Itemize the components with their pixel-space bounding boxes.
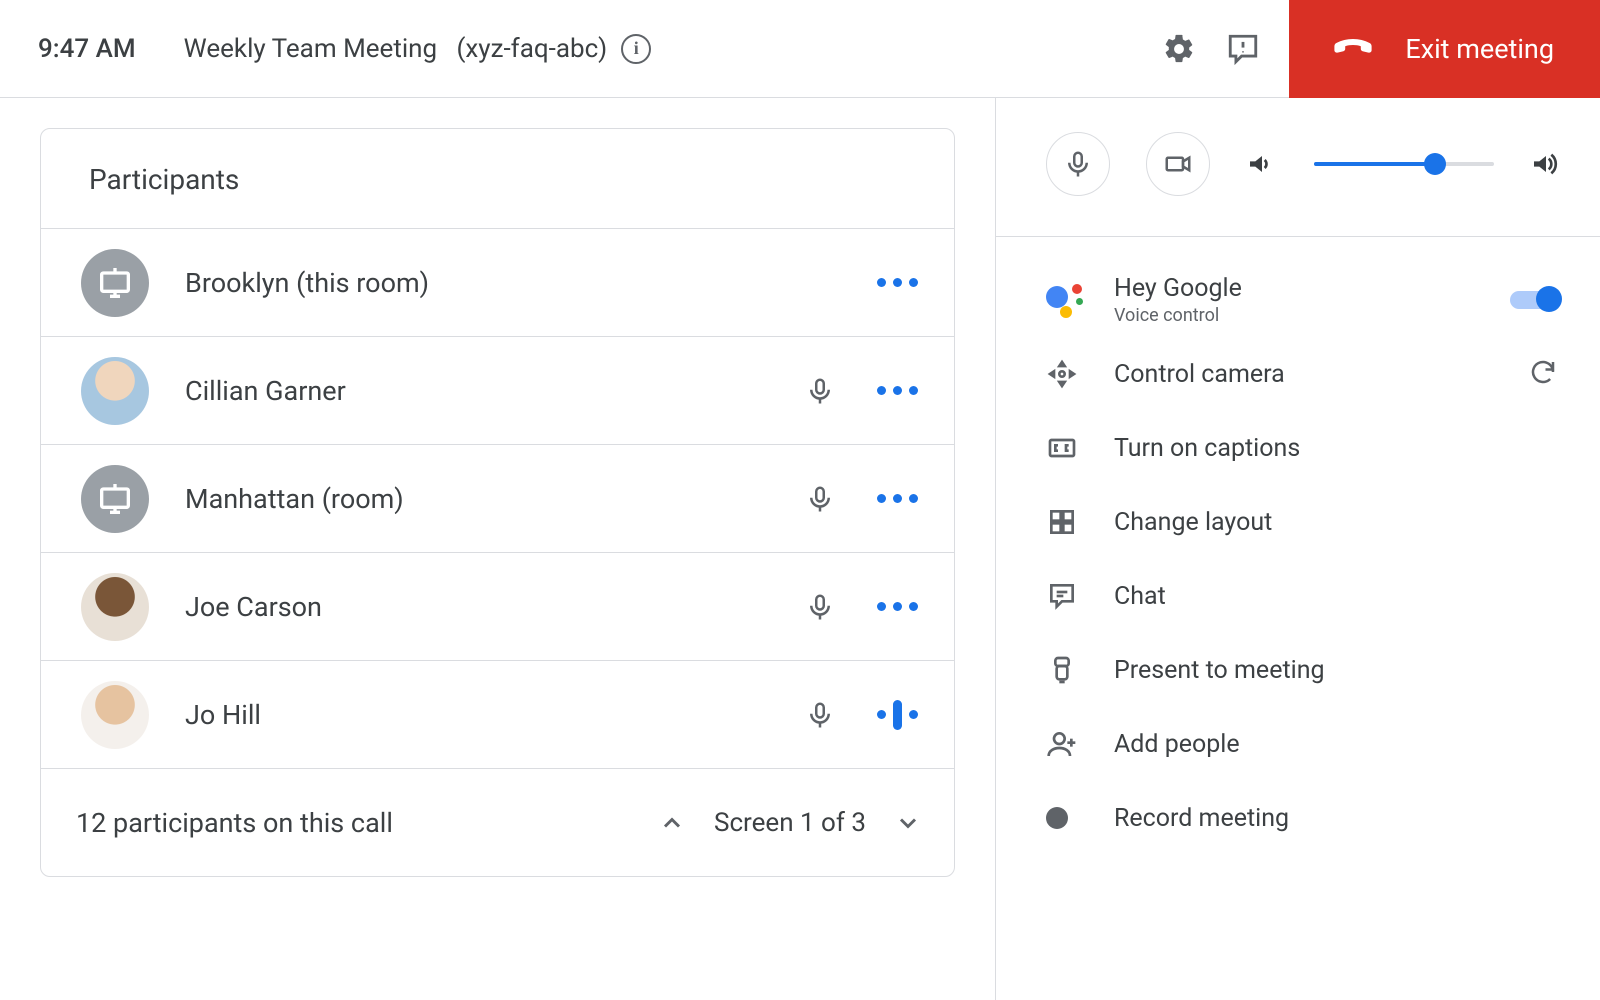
participant-name: Jo Hill (185, 699, 805, 731)
clock: 9:47 AM (38, 34, 136, 64)
prev-screen-button[interactable] (656, 807, 688, 839)
captions-label: Turn on captions (1114, 434, 1558, 463)
participant-avatar (81, 573, 149, 641)
hangup-icon (1329, 21, 1377, 76)
meeting-name: Weekly Team Meeting (184, 34, 438, 64)
chat-icon (1046, 580, 1096, 612)
settings-list: Hey Google Voice control Control camera (996, 237, 1600, 855)
participant-more-button[interactable] (877, 494, 918, 503)
participant-name: Joe Carson (185, 591, 805, 623)
assistant-subtitle: Voice control (1114, 305, 1510, 326)
record-label: Record meeting (1114, 804, 1558, 833)
assistant-toggle-row[interactable]: Hey Google Voice control (1046, 263, 1558, 337)
meeting-title: Weekly Team Meeting (xyz-faq-abc) (184, 34, 608, 64)
participants-card: Participants Brooklyn (this room) Cillia… (40, 128, 955, 877)
next-screen-button[interactable] (892, 807, 924, 839)
volume-low-icon (1246, 148, 1278, 180)
participant-row: Jo Hill (41, 660, 954, 768)
top-bar: 9:47 AM Weekly Team Meeting (xyz-faq-abc… (0, 0, 1600, 98)
chat-label: Chat (1114, 582, 1558, 611)
participant-row: Manhattan (room) (41, 444, 954, 552)
layout-row[interactable]: Change layout (1046, 485, 1558, 559)
participant-avatar (81, 357, 149, 425)
participant-name: Cillian Garner (185, 375, 805, 407)
side-panel: Hey Google Voice control Control camera (995, 98, 1600, 1000)
participant-more-button[interactable] (877, 278, 918, 287)
assistant-title: Hey Google (1114, 274, 1510, 303)
participant-row: Joe Carson (41, 552, 954, 660)
reset-camera-icon[interactable] (1528, 357, 1558, 391)
assistant-icon (1046, 278, 1096, 322)
participant-name: Manhattan (room) (185, 483, 805, 515)
present-row[interactable]: Present to meeting (1046, 633, 1558, 707)
participants-heading: Participants (41, 129, 954, 228)
chat-row[interactable]: Chat (1046, 559, 1558, 633)
captions-icon (1046, 432, 1096, 464)
layout-icon (1046, 506, 1096, 538)
mic-icon[interactable] (805, 376, 835, 406)
mute-mic-button[interactable] (1046, 132, 1110, 196)
meeting-code: (xyz-faq-abc) (457, 34, 608, 64)
participants-section: Participants Brooklyn (this room) Cillia… (0, 98, 995, 1000)
participant-row: Brooklyn (this room) (41, 228, 954, 336)
add-people-row[interactable]: Add people (1046, 707, 1558, 781)
camera-button[interactable] (1146, 132, 1210, 196)
exit-label: Exit meeting (1405, 33, 1554, 65)
room-avatar-icon (81, 465, 149, 533)
volume-high-icon (1530, 148, 1562, 180)
participant-name: Brooklyn (this room) (185, 267, 877, 299)
record-icon (1046, 807, 1096, 829)
room-avatar-icon (81, 249, 149, 317)
quick-controls (996, 98, 1600, 237)
participant-more-button[interactable] (877, 602, 918, 611)
participant-row: Cillian Garner (41, 336, 954, 444)
add-people-icon (1046, 728, 1096, 760)
feedback-icon[interactable] (1225, 31, 1261, 67)
control-camera-label: Control camera (1114, 360, 1528, 389)
layout-label: Change layout (1114, 508, 1558, 537)
captions-row[interactable]: Turn on captions (1046, 411, 1558, 485)
record-row[interactable]: Record meeting (1046, 781, 1558, 855)
participant-more-button[interactable] (877, 386, 918, 395)
exit-meeting-button[interactable]: Exit meeting (1289, 0, 1600, 98)
screen-label: Screen 1 of 3 (714, 808, 866, 838)
mic-icon[interactable] (805, 700, 835, 730)
participant-avatar (81, 681, 149, 749)
settings-gear-icon[interactable] (1161, 31, 1197, 67)
assistant-toggle[interactable] (1510, 291, 1558, 309)
add-people-label: Add people (1114, 730, 1558, 759)
control-camera-icon (1046, 358, 1096, 390)
mic-icon[interactable] (805, 592, 835, 622)
mic-icon[interactable] (805, 484, 835, 514)
participants-footer: 12 participants on this call Screen 1 of… (41, 768, 954, 876)
present-icon (1046, 654, 1096, 686)
volume-slider[interactable] (1314, 144, 1494, 184)
participant-count: 12 participants on this call (76, 807, 656, 839)
present-label: Present to meeting (1114, 656, 1558, 685)
info-icon[interactable]: i (621, 34, 651, 64)
control-camera-row[interactable]: Control camera (1046, 337, 1558, 411)
speaking-indicator-icon (877, 700, 918, 730)
